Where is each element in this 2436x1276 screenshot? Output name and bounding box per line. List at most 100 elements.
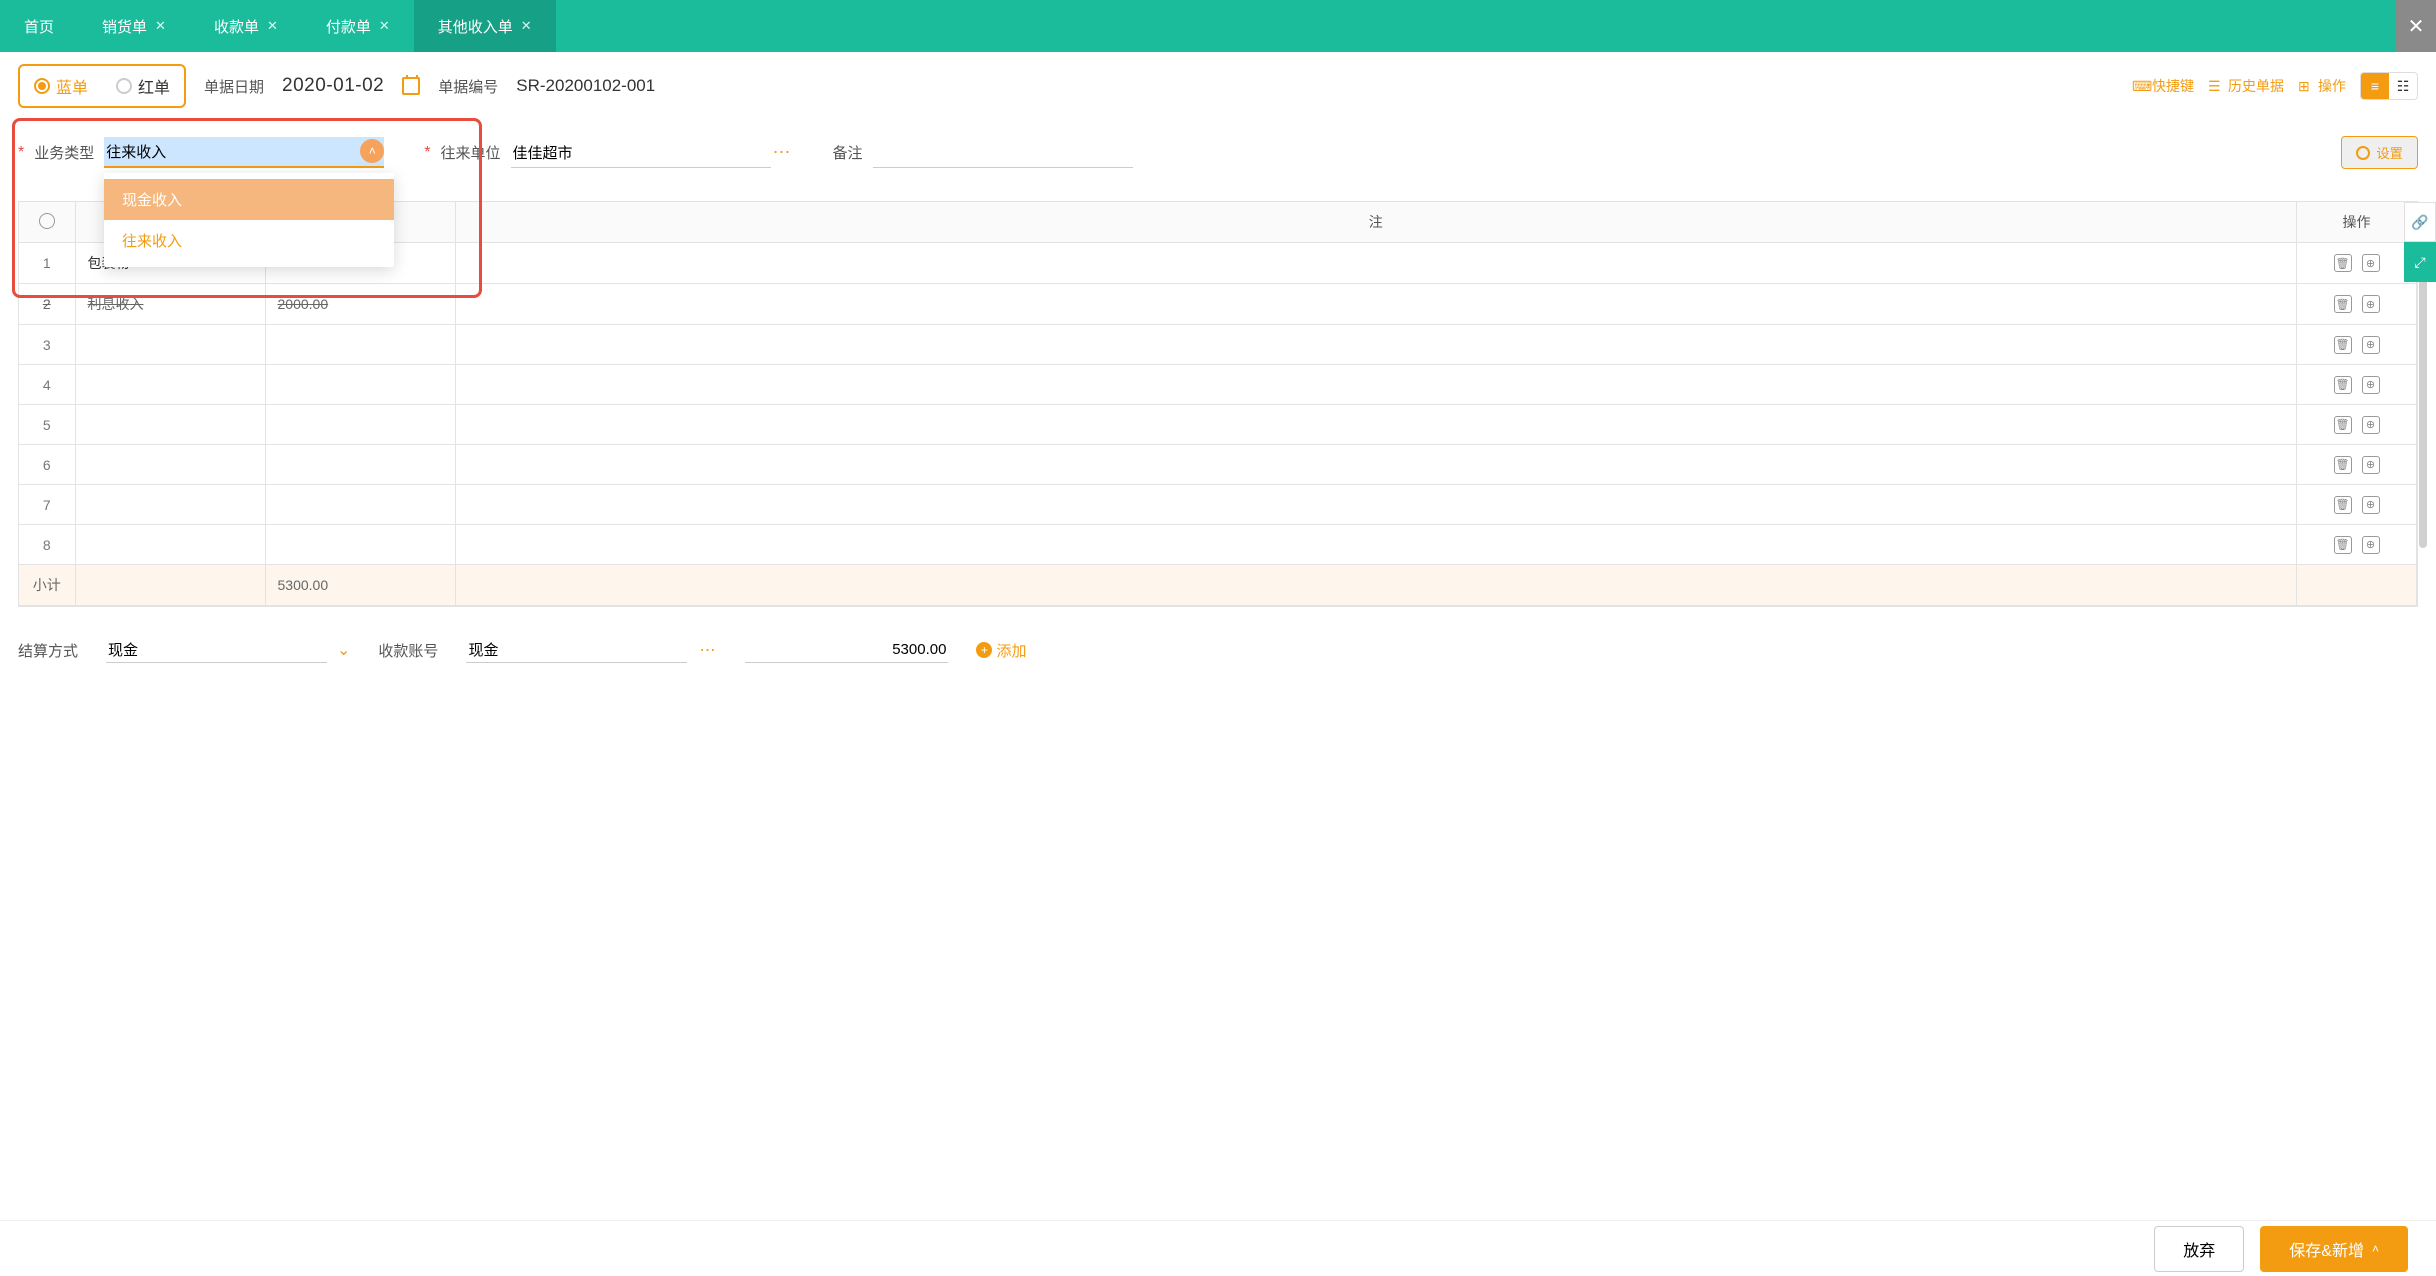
party-input[interactable]: [511, 138, 771, 168]
delete-row-icon[interactable]: 🗑: [2334, 456, 2352, 474]
delete-row-icon[interactable]: 🗑: [2334, 416, 2352, 434]
row-index: 6: [19, 445, 75, 485]
tab-receipt[interactable]: 收款单✕: [190, 0, 302, 52]
row-remark-cell[interactable]: [455, 525, 2297, 565]
row-remark-cell[interactable]: [455, 485, 2297, 525]
close-icon[interactable]: ✕: [267, 18, 278, 34]
chevron-down-icon[interactable]: ⌄: [337, 640, 350, 660]
row-ops-cell: 🗑⊕: [2297, 365, 2417, 405]
dropdown-option-cash-income[interactable]: 现金收入: [104, 179, 394, 220]
view-detail-button[interactable]: ☷: [2389, 73, 2417, 99]
ops-link[interactable]: ⊞操作: [2298, 76, 2346, 96]
table-row[interactable]: 6 🗑 ⊕: [19, 445, 2417, 485]
history-icon: ☰: [2208, 78, 2224, 94]
history-link[interactable]: ☰历史单据: [2208, 76, 2284, 96]
document-toolbar: 蓝单 红单 单据日期 2020-01-02 单据编号 SR-20200102-0…: [18, 64, 2418, 108]
row-amount-cell[interactable]: 2000.00: [265, 284, 455, 325]
save-and-new-button[interactable]: 保存&新增˄: [2260, 1226, 2408, 1272]
table-row[interactable]: 3 🗑 ⊕: [19, 325, 2417, 365]
row-amount-cell[interactable]: [265, 405, 455, 445]
row-amount-cell[interactable]: [265, 445, 455, 485]
row-index: 5: [19, 405, 75, 445]
row-remark-cell[interactable]: [455, 243, 2297, 284]
table-row[interactable]: 4🗑⊕: [19, 365, 2417, 405]
bill-color-radio-group: 蓝单 红单: [18, 64, 186, 108]
delete-row-icon[interactable]: 🗑: [2334, 295, 2352, 313]
add-row-icon[interactable]: ⊕: [2362, 295, 2380, 313]
row-remark-cell[interactable]: [455, 405, 2297, 445]
fullscreen-button[interactable]: ⤢: [2404, 242, 2436, 282]
row-index: 3: [19, 325, 75, 365]
row-amount-cell[interactable]: [265, 365, 455, 405]
remark-input[interactable]: [873, 138, 1133, 168]
view-list-button[interactable]: ≡: [2361, 73, 2389, 99]
add-row-icon[interactable]: ⊕: [2362, 536, 2380, 554]
radio-blue-bill[interactable]: 蓝单: [20, 66, 102, 106]
close-icon[interactable]: ✕: [155, 18, 166, 34]
table-row[interactable]: 7🗑⊕: [19, 485, 2417, 525]
row-name-cell[interactable]: [75, 445, 265, 485]
table-row[interactable]: 2利息收入2000.00🗑⊕: [19, 284, 2417, 325]
delete-row-icon[interactable]: 🗑: [2334, 496, 2352, 514]
tab-payment[interactable]: 付款单✕: [302, 0, 414, 52]
delete-row-icon[interactable]: 🗑: [2334, 254, 2352, 272]
close-panel-button[interactable]: ✕: [2396, 0, 2436, 52]
table-row[interactable]: 5 🗑 ⊕: [19, 405, 2417, 445]
dropdown-option-accounts-income[interactable]: 往来收入: [104, 220, 394, 261]
row-remark-cell[interactable]: [455, 445, 2297, 485]
add-row-icon[interactable]: ⊕: [2362, 496, 2380, 514]
settings-button[interactable]: 设置: [2341, 136, 2418, 169]
row-name-cell[interactable]: [75, 325, 265, 365]
delete-row-icon[interactable]: 🗑: [2334, 536, 2352, 554]
account-input[interactable]: [466, 637, 687, 663]
date-value[interactable]: 2020-01-02: [282, 75, 384, 97]
discard-button[interactable]: 放弃: [2154, 1226, 2244, 1272]
tab-home[interactable]: 首页: [0, 0, 78, 52]
party-label: 往来单位: [440, 142, 500, 163]
settle-amount-input[interactable]: [745, 637, 948, 663]
calendar-icon[interactable]: [402, 77, 420, 95]
remark-column-header: 注: [455, 202, 2297, 243]
row-name-cell[interactable]: [75, 485, 265, 525]
row-amount-cell[interactable]: [265, 325, 455, 365]
settle-method-input[interactable]: [106, 637, 327, 663]
table-row[interactable]: 8🗑⊕: [19, 525, 2417, 565]
add-row-icon[interactable]: ⊕: [2362, 456, 2380, 474]
row-name-cell[interactable]: [75, 405, 265, 445]
footer-bar: 放弃 保存&新增˄: [0, 1220, 2436, 1276]
ellipsis-icon[interactable]: ⋯: [699, 640, 717, 660]
ellipsis-icon[interactable]: ⋯: [773, 142, 793, 163]
row-name-cell[interactable]: [75, 525, 265, 565]
row-ops-cell: 🗑⊕: [2297, 284, 2417, 325]
settings-column-header[interactable]: [19, 202, 75, 243]
business-type-input[interactable]: [104, 137, 384, 168]
radio-red-bill[interactable]: 红单: [102, 66, 184, 106]
row-name-cell[interactable]: 利息收入: [75, 284, 265, 325]
row-amount-cell[interactable]: [265, 525, 455, 565]
add-row-icon[interactable]: ⊕: [2362, 254, 2380, 272]
add-settlement-button[interactable]: +添加: [976, 640, 1026, 661]
business-type-dropdown: 现金收入 往来收入: [104, 173, 394, 267]
ops-column-header: 操作: [2297, 202, 2417, 243]
tab-other-income[interactable]: 其他收入单✕: [414, 0, 556, 52]
attachment-button[interactable]: 🔗: [2404, 202, 2436, 242]
add-row-icon[interactable]: ⊕: [2362, 376, 2380, 394]
row-amount-cell[interactable]: [265, 485, 455, 525]
settle-method-label: 结算方式: [18, 640, 78, 661]
row-remark-cell[interactable]: [455, 284, 2297, 325]
close-icon[interactable]: ✕: [521, 18, 532, 34]
shortcut-link[interactable]: ⌨快捷键: [2132, 76, 2194, 96]
row-index: 1: [19, 243, 75, 284]
row-ops-cell: 🗑⊕: [2297, 243, 2417, 284]
row-name-cell[interactable]: [75, 365, 265, 405]
delete-row-icon[interactable]: 🗑: [2334, 376, 2352, 394]
plus-icon: +: [976, 642, 992, 658]
row-remark-cell[interactable]: [455, 325, 2297, 365]
row-remark-cell[interactable]: [455, 365, 2297, 405]
add-row-icon[interactable]: ⊕: [2362, 416, 2380, 434]
add-row-icon[interactable]: ⊕: [2362, 336, 2380, 354]
close-icon[interactable]: ✕: [379, 18, 390, 34]
link-icon: 🔗: [2411, 214, 2428, 231]
tab-sales[interactable]: 销货单✕: [78, 0, 190, 52]
delete-row-icon[interactable]: 🗑: [2334, 336, 2352, 354]
